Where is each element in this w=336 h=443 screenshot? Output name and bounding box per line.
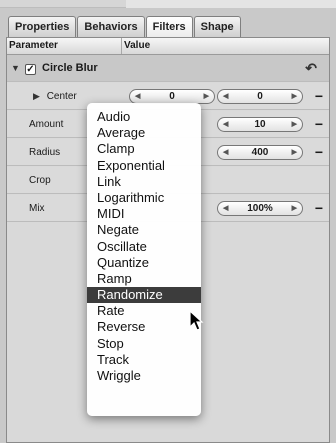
mouse-pointer-icon: [189, 310, 204, 331]
decrement-arrow-icon[interactable]: ◀: [223, 146, 228, 159]
increment-arrow-icon[interactable]: ▶: [292, 202, 297, 215]
amount-value: 10: [254, 119, 266, 130]
menu-item-stop[interactable]: Stop: [87, 336, 201, 352]
disclosure-open-icon[interactable]: ▼: [11, 63, 20, 73]
menu-item-exponential[interactable]: Exponential: [87, 158, 201, 174]
parameter-column-header: Parameter: [9, 40, 58, 51]
menu-item-track[interactable]: Track: [87, 352, 201, 368]
increment-arrow-icon[interactable]: ▶: [292, 90, 297, 103]
decrement-arrow-icon[interactable]: ◀: [223, 90, 228, 103]
reset-icon[interactable]: ↶: [305, 55, 317, 82]
tab-properties[interactable]: Properties: [8, 16, 77, 37]
menu-item-quantize[interactable]: Quantize: [87, 255, 201, 271]
menu-item-wriggle[interactable]: Wriggle: [87, 368, 201, 384]
center-y-slider[interactable]: ◀ 0 ▶: [217, 89, 303, 104]
increment-arrow-icon[interactable]: ▶: [204, 90, 209, 103]
param-label-crop: Crop: [29, 175, 51, 186]
decrement-arrow-icon[interactable]: ◀: [135, 90, 140, 103]
menu-item-logarithmic[interactable]: Logarithmic: [87, 190, 201, 206]
menu-item-audio[interactable]: Audio: [87, 109, 201, 125]
mix-slider[interactable]: ◀ 100% ▶: [217, 201, 303, 216]
param-label-center: Center: [46, 91, 77, 102]
tab-behaviors[interactable]: Behaviors: [77, 16, 145, 37]
decrement-arrow-icon[interactable]: ◀: [223, 202, 228, 215]
amount-slider[interactable]: ◀ 10 ▶: [217, 117, 303, 132]
increment-arrow-icon[interactable]: ▶: [292, 146, 297, 159]
increment-arrow-icon[interactable]: ▶: [292, 118, 297, 131]
center-y-value: 0: [257, 91, 263, 102]
center-x-value: 0: [169, 91, 175, 102]
menu-item-link[interactable]: Link: [87, 174, 201, 190]
remove-icon[interactable]: −: [315, 111, 323, 137]
parameter-behavior-menu: Audio Average Clamp Exponential Link Log…: [87, 103, 201, 416]
inspector-tabs: Properties Behaviors Filters Shape: [8, 16, 242, 38]
disclosure-closed-icon[interactable]: ▶: [33, 91, 40, 101]
mix-value: 100%: [247, 203, 273, 214]
remove-icon[interactable]: −: [315, 139, 323, 165]
remove-icon[interactable]: −: [315, 83, 323, 109]
menu-item-midi[interactable]: MIDI: [87, 206, 201, 222]
value-column-header: Value: [121, 38, 150, 54]
remove-icon[interactable]: −: [315, 195, 323, 221]
menu-item-negate[interactable]: Negate: [87, 222, 201, 238]
filter-name: Circle Blur: [42, 62, 98, 74]
param-label-radius: Radius: [29, 147, 61, 158]
menu-item-ramp[interactable]: Ramp: [87, 271, 201, 287]
decrement-arrow-icon[interactable]: ◀: [223, 118, 228, 131]
param-label-amount: Amount: [29, 119, 64, 130]
center-x-slider[interactable]: ◀ 0 ▶: [129, 89, 215, 104]
menu-item-randomize[interactable]: Randomize: [87, 287, 201, 304]
top-strip-shade: [0, 0, 126, 8]
radius-slider[interactable]: ◀ 400 ▶: [217, 145, 303, 160]
param-label-mix: Mix: [29, 203, 45, 214]
column-header: Parameter Value: [7, 38, 329, 55]
menu-item-rate[interactable]: Rate: [87, 303, 201, 319]
radius-value: 400: [251, 147, 269, 158]
enable-checkbox[interactable]: ✓: [24, 64, 36, 75]
tab-filters[interactable]: Filters: [145, 16, 193, 38]
filter-row-circle-blur[interactable]: ▼ ✓ Circle Blur ↶: [7, 55, 329, 82]
menu-item-average[interactable]: Average: [87, 125, 201, 141]
tab-shape[interactable]: Shape: [193, 16, 241, 37]
menu-item-reverse[interactable]: Reverse: [87, 319, 201, 335]
menu-item-clamp[interactable]: Clamp: [87, 141, 201, 157]
menu-item-oscillate[interactable]: Oscillate: [87, 239, 201, 255]
